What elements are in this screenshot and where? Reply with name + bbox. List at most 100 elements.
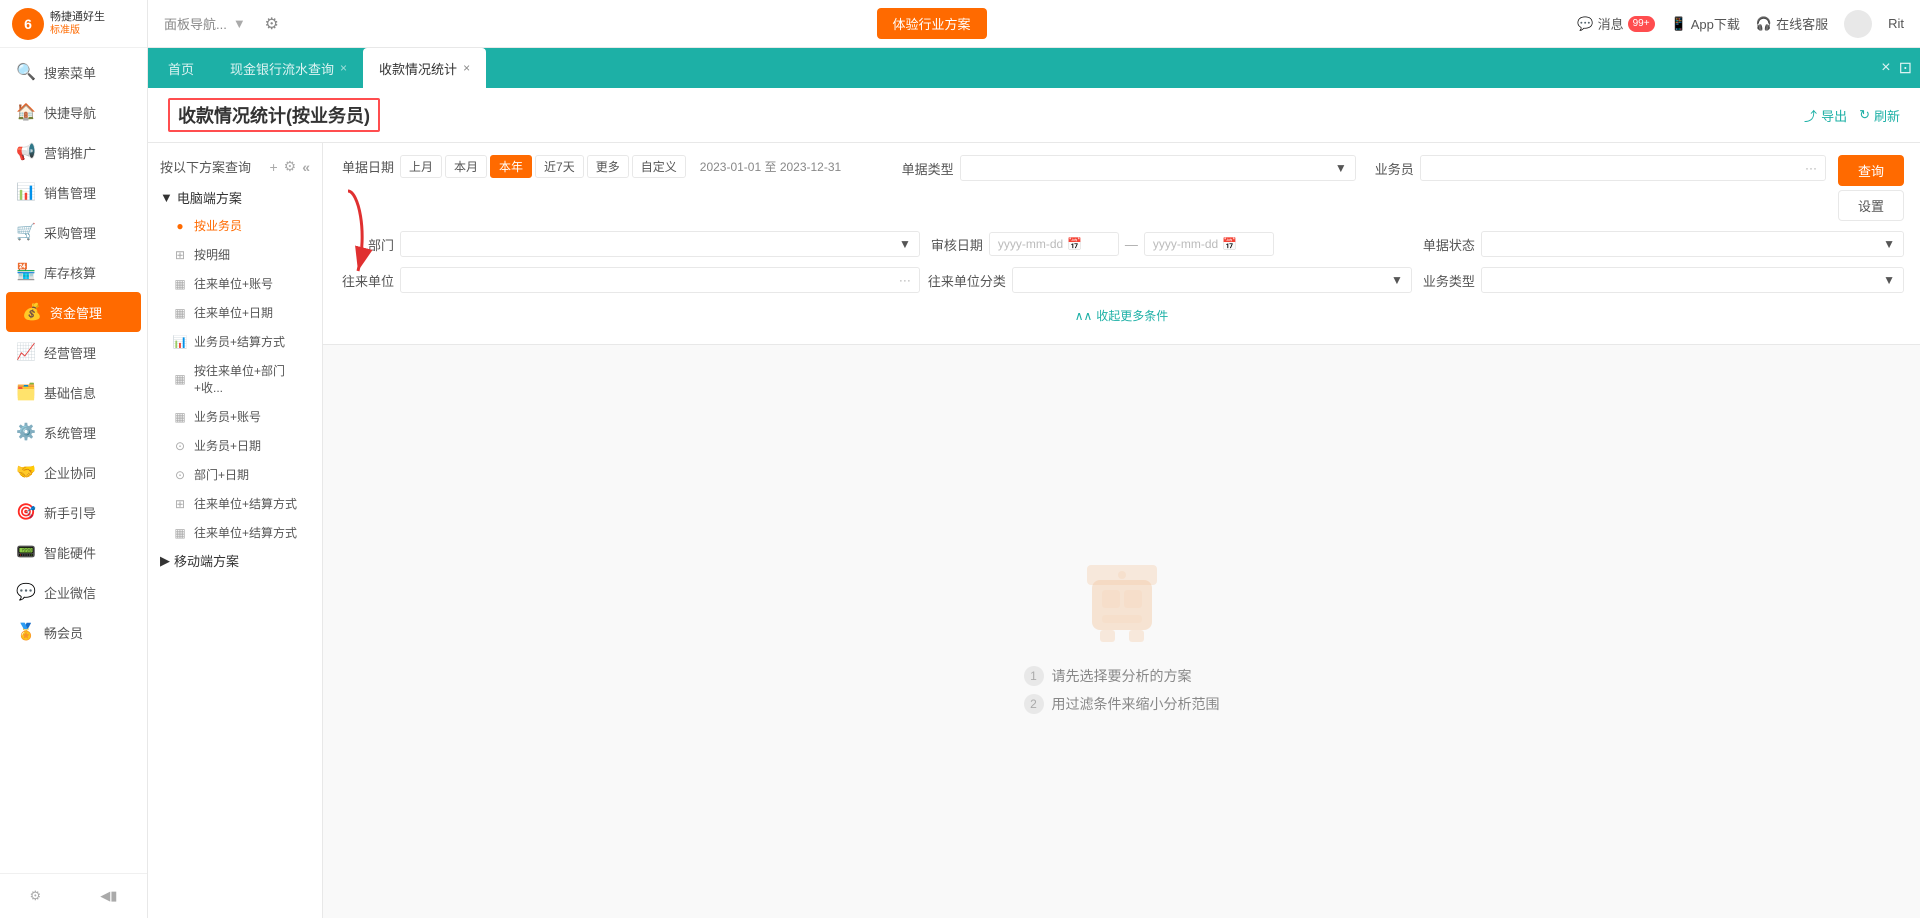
scheme-item-salesman[interactable]: ● 按业务员	[148, 211, 322, 240]
scheme-item-unit-settle1-label: 往来单位+结算方式	[194, 495, 297, 512]
tab-cashflow-close[interactable]: ×	[340, 61, 347, 75]
scheme-item-detail[interactable]: ⊞ 按明细	[148, 240, 322, 269]
scheme-item-salesman-date-icon: ⊙	[172, 438, 188, 454]
operation-icon: 📈	[16, 342, 36, 362]
counterpart-select[interactable]: ···	[400, 267, 920, 293]
scheme-item-unit-account[interactable]: ▦ 往来单位+账号	[148, 269, 322, 298]
date-btn-last-month[interactable]: 上月	[400, 155, 442, 178]
app-download-btn[interactable]: 📱 App下载	[1671, 14, 1740, 33]
sidebar-item-member[interactable]: 🏅 畅会员	[0, 612, 147, 652]
biz-type-select[interactable]: ▼	[1481, 267, 1904, 293]
user-avatar[interactable]	[1844, 10, 1872, 38]
filter-settings-button[interactable]: 设置	[1838, 190, 1904, 221]
sidebar-item-operation[interactable]: 📈 经营管理	[0, 332, 147, 372]
voucher-type-select[interactable]: ▼	[960, 155, 1356, 181]
sidebar-collapse-btn[interactable]: ◀▮	[92, 884, 125, 908]
dept-chevron: ▼	[899, 237, 911, 251]
scheme-item-salesman-settle[interactable]: 📊 业务员+结算方式	[148, 327, 322, 356]
biz-type-label: 业务类型	[1420, 271, 1475, 290]
sidebar-item-purchase[interactable]: 🛒 采购管理	[0, 212, 147, 252]
collapse-more-btn[interactable]: ∧∧ 收起更多条件	[339, 299, 1904, 332]
sidebar-item-basicinfo-label: 基础信息	[44, 383, 96, 402]
page-title: 收款情况统计(按业务员)	[168, 98, 380, 132]
date-btn-more[interactable]: 更多	[587, 155, 629, 178]
sidebar-item-marketing-label: 营销推广	[44, 143, 96, 162]
scheme-settings-btn[interactable]: ⚙	[284, 158, 297, 175]
scheme-item-unit-date[interactable]: ▦ 往来单位+日期	[148, 298, 322, 327]
header-left: 面板导航... ▼ ⚙	[164, 10, 286, 38]
date-btn-custom[interactable]: 自定义	[632, 155, 686, 178]
dept-select[interactable]: ▼	[400, 231, 920, 257]
online-service-btn[interactable]: 🎧 在线客服	[1756, 14, 1828, 33]
review-date-start-value: yyyy-mm-dd	[998, 237, 1063, 251]
export-label: 导出	[1821, 106, 1847, 125]
scheme-header-actions: + ⚙ «	[269, 158, 310, 175]
scheme-item-unit-settle1[interactable]: ⊞ 往来单位+结算方式	[148, 489, 322, 518]
tab-receipt[interactable]: 收款情况统计 ×	[363, 48, 486, 88]
date-btn-this-year[interactable]: 本年	[490, 155, 532, 178]
sidebar-item-newbie[interactable]: 🎯 新手引导	[0, 492, 147, 532]
scheme-item-salesman-icon: ●	[172, 218, 188, 234]
scheme-collapse-btn[interactable]: «	[302, 159, 310, 175]
header-settings-btn[interactable]: ⚙	[258, 10, 286, 38]
sidebar-item-sales[interactable]: 📊 销售管理	[0, 172, 147, 212]
review-date-start[interactable]: yyyy-mm-dd 📅	[989, 232, 1119, 256]
scheme-section-desktop-title[interactable]: ▼ 电脑端方案	[148, 184, 322, 211]
sidebar-item-newbie-label: 新手引导	[44, 503, 96, 522]
sidebar-item-corp[interactable]: 🤝 企业协同	[0, 452, 147, 492]
scheme-item-salesman-date[interactable]: ⊙ 业务员+日期	[148, 431, 322, 460]
refresh-icon: ↻	[1859, 107, 1870, 123]
app-logo-text: 畅捷通好生 标准版	[50, 10, 105, 37]
scheme-section-mobile-title[interactable]: ▶ 移动端方案	[148, 547, 322, 574]
sidebar-item-finance[interactable]: 💰 资金管理	[6, 292, 141, 332]
sidebar-item-system[interactable]: ⚙️ 系统管理	[0, 412, 147, 452]
sidebar-settings-btn[interactable]: ⚙	[22, 884, 50, 908]
trial-button[interactable]: 体验行业方案	[877, 8, 987, 39]
export-btn[interactable]: ⤴ 导出	[1804, 106, 1847, 125]
counterpart-category-label: 往来单位分类	[928, 271, 1006, 290]
sidebar-item-quicknav[interactable]: 🏠 快捷导航	[0, 92, 147, 132]
tab-cashflow[interactable]: 现金银行流水查询 ×	[214, 48, 363, 88]
home-icon: 🏠	[16, 102, 36, 122]
scheme-item-salesman-account[interactable]: ▦ 业务员+账号	[148, 402, 322, 431]
sidebar-item-wechat[interactable]: 💬 企业微信	[0, 572, 147, 612]
section-expand-icon: ▼	[160, 190, 173, 205]
scheme-item-salesman-settle-label: 业务员+结算方式	[194, 333, 285, 350]
inventory-icon: 🏪	[16, 262, 36, 282]
voucher-type-chevron: ▼	[1335, 161, 1347, 175]
sidebar-item-hardware[interactable]: 📟 智能硬件	[0, 532, 147, 572]
breadcrumb: 面板导航... ▼	[164, 14, 246, 33]
empty-tip-2: 2 用过滤条件来缩小分析范围	[1024, 694, 1220, 714]
sidebar-item-system-label: 系统管理	[44, 423, 96, 442]
sidebar-item-inventory[interactable]: 🏪 库存核算	[0, 252, 147, 292]
scheme-item-unit-settle2[interactable]: ▦ 往来单位+结算方式	[148, 518, 322, 547]
refresh-btn[interactable]: ↻ 刷新	[1859, 106, 1900, 125]
review-date-end[interactable]: yyyy-mm-dd 📅	[1144, 232, 1274, 256]
sidebar-item-operation-label: 经营管理	[44, 343, 96, 362]
sidebar-item-search[interactable]: 🔍 搜索菜单	[0, 52, 147, 92]
tab-home[interactable]: 首页	[148, 48, 214, 88]
sidebar-item-hardware-label: 智能硬件	[44, 543, 96, 562]
mobile-section-expand-icon: ▶	[160, 553, 170, 569]
date-btn-7days[interactable]: 近7天	[535, 155, 584, 178]
sidebar-item-basicinfo[interactable]: 🗂️ 基础信息	[0, 372, 147, 412]
empty-tip-1: 1 请先选择要分析的方案	[1024, 666, 1220, 686]
tab-close-all-btn[interactable]: ×	[1881, 59, 1890, 77]
salesman-select[interactable]: ···	[1420, 155, 1826, 181]
scheme-item-unit-dept[interactable]: ▦ 按往来单位+部门+收...	[148, 356, 322, 402]
page-title-bar: 收款情况统计(按业务员) ⤴ 导出 ↻ 刷新	[148, 88, 1920, 143]
scheme-add-btn[interactable]: +	[269, 159, 277, 175]
scheme-item-salesman-account-icon: ▦	[172, 409, 188, 425]
date-btn-this-month[interactable]: 本月	[445, 155, 487, 178]
counterpart-category-select[interactable]: ▼	[1012, 267, 1412, 293]
query-button[interactable]: 查询	[1838, 155, 1904, 186]
voucher-status-select[interactable]: ▼	[1481, 231, 1904, 257]
scheme-item-unit-date-label: 往来单位+日期	[194, 304, 273, 321]
app-download-label: App下载	[1691, 14, 1740, 33]
tab-receipt-close[interactable]: ×	[463, 61, 470, 75]
sidebar-bottom: ⚙ ◀▮	[0, 873, 147, 918]
message-btn[interactable]: 💬 消息 99+	[1577, 14, 1654, 33]
sidebar-item-marketing[interactable]: 📢 营销推广	[0, 132, 147, 172]
scheme-item-dept-date[interactable]: ⊙ 部门+日期	[148, 460, 322, 489]
tab-maximize-btn[interactable]: ⊡	[1899, 58, 1912, 78]
